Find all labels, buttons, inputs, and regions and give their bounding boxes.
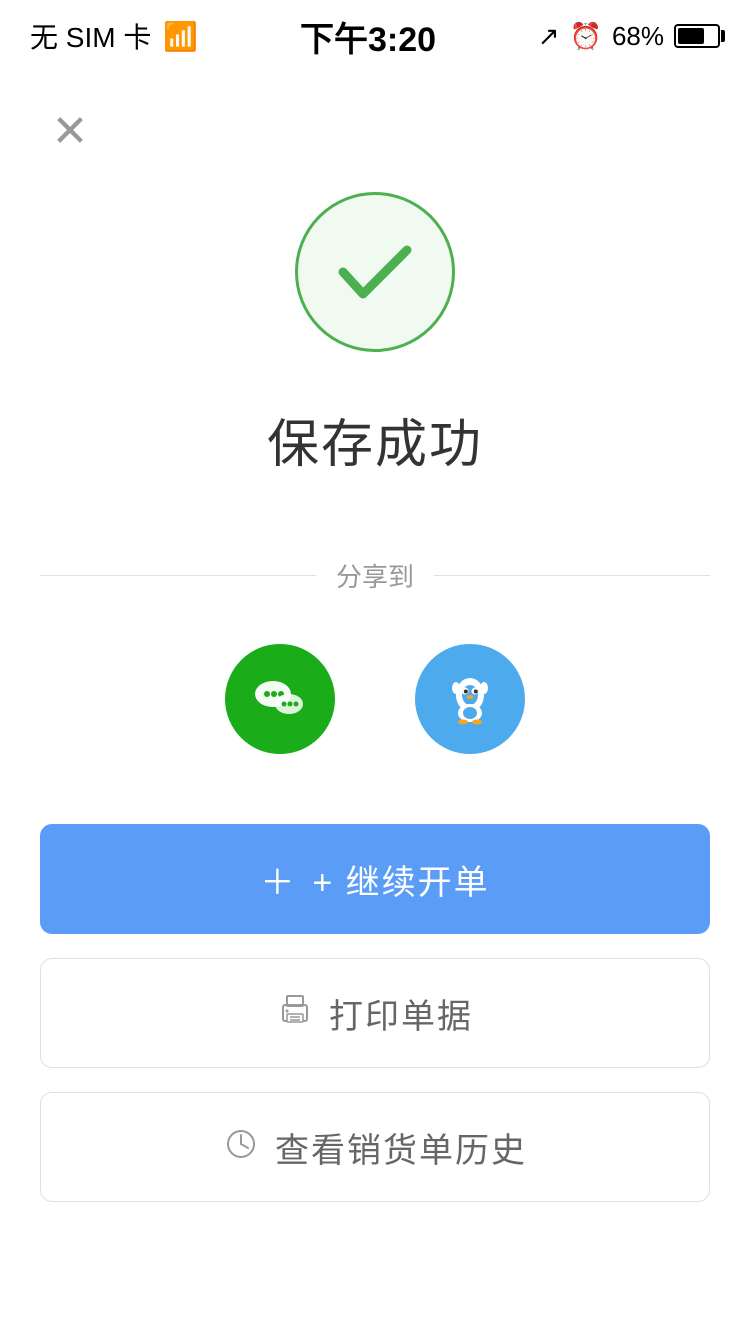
battery-bar (674, 24, 720, 48)
main-content: ✕ 保存成功 分享到 (0, 72, 750, 1334)
history-button[interactable]: 查看销货单历史 (40, 1092, 710, 1202)
status-right: ↗ ⏰ 68% (538, 21, 720, 52)
clock-icon (223, 1126, 259, 1168)
divider-row: 分享到 (40, 557, 710, 594)
location-icon: ↗ (538, 21, 560, 52)
divider-left (40, 575, 316, 576)
action-buttons: ＋ + 继续开单 打印单据 (40, 824, 710, 1202)
qq-share-button[interactable] (415, 644, 525, 754)
continue-button[interactable]: ＋ + 继续开单 (40, 824, 710, 934)
success-title: 保存成功 (267, 402, 483, 477)
close-button[interactable]: ✕ (40, 102, 100, 162)
battery-fill (678, 28, 704, 44)
status-time: 下午3:20 (300, 12, 436, 61)
wechat-share-button[interactable] (225, 644, 335, 754)
checkmark-icon (335, 242, 415, 302)
share-icons (225, 644, 525, 754)
success-area: 保存成功 (267, 192, 483, 477)
status-left: 无 SIM 卡 📶 (30, 16, 198, 56)
divider-right (434, 575, 710, 576)
share-label: 分享到 (336, 557, 414, 594)
status-bar: 无 SIM 卡 📶 下午3:20 ↗ ⏰ 68% (0, 0, 750, 72)
plus-icon: ＋ (260, 855, 296, 904)
print-icon (277, 992, 313, 1034)
sim-status: 无 SIM 卡 (30, 16, 151, 56)
battery-percent: 68% (612, 21, 664, 52)
close-icon: ✕ (52, 110, 89, 154)
wechat-icon (247, 666, 313, 732)
qq-icon (437, 666, 503, 732)
history-label: 查看销货单历史 (275, 1123, 527, 1172)
share-section: 分享到 (40, 557, 710, 824)
wifi-icon: 📶 (163, 20, 198, 53)
success-circle (295, 192, 455, 352)
print-button[interactable]: 打印单据 (40, 958, 710, 1068)
continue-label: + 继续开单 (312, 855, 489, 904)
alarm-icon: ⏰ (570, 21, 602, 52)
print-label: 打印单据 (329, 989, 473, 1038)
